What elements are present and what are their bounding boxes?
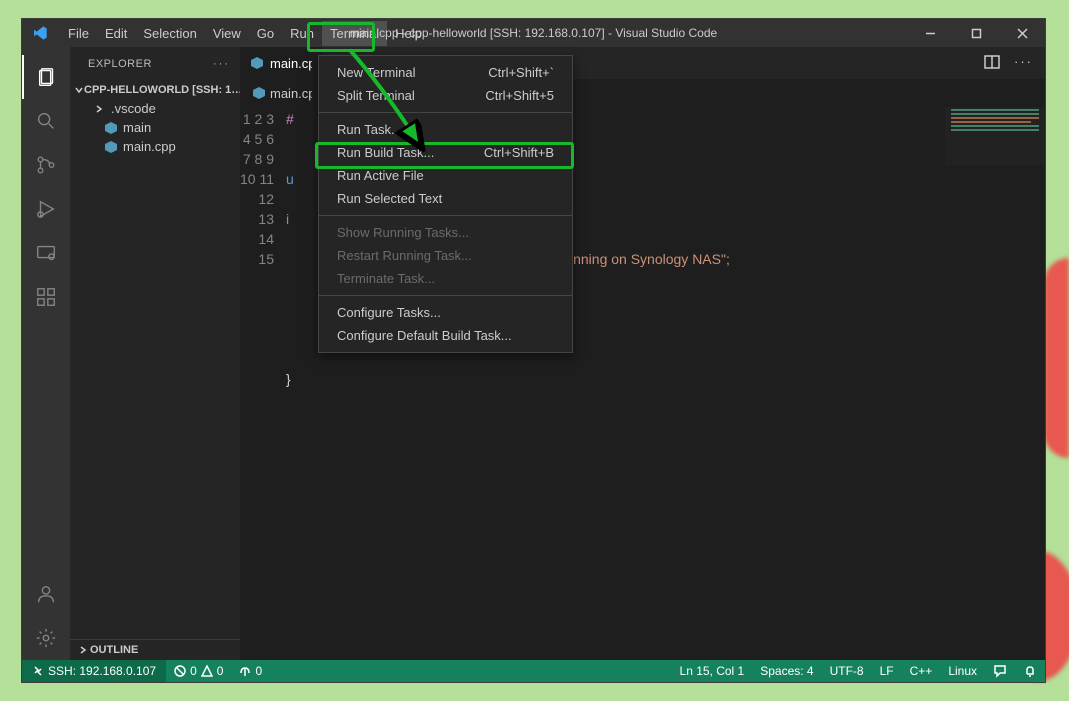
status-language[interactable]: C++ bbox=[902, 660, 941, 682]
more-actions-icon[interactable]: ··· bbox=[1014, 54, 1033, 73]
status-eol[interactable]: LF bbox=[872, 660, 902, 682]
minimap[interactable] bbox=[945, 107, 1045, 165]
status-feedback-icon[interactable] bbox=[985, 660, 1015, 682]
folder-root-label: CPP-HELLOWORLD [SSH: 1… bbox=[84, 84, 240, 96]
vscode-logo-icon bbox=[32, 25, 48, 41]
chevron-down-icon bbox=[74, 85, 84, 95]
menu-separator bbox=[319, 295, 572, 296]
explorer-header: EXPLORER ··· bbox=[70, 47, 240, 81]
menu-separator bbox=[319, 215, 572, 216]
menu-selection[interactable]: Selection bbox=[135, 21, 204, 46]
status-os[interactable]: Linux bbox=[940, 660, 985, 682]
activity-explorer-icon[interactable] bbox=[22, 55, 70, 99]
window-controls bbox=[907, 19, 1045, 47]
activity-account-icon[interactable] bbox=[22, 572, 70, 616]
menu-go[interactable]: Go bbox=[249, 21, 282, 46]
line-number-gutter: 1 2 3 4 5 6 7 8 9 10 11 12 13 14 15 bbox=[240, 107, 286, 660]
folder-root[interactable]: CPP-HELLOWORLD [SSH: 1… bbox=[70, 81, 240, 99]
status-bar: SSH: 192.168.0.107 0 0 0 Ln 15, Col 1 Sp… bbox=[22, 660, 1045, 682]
status-ports[interactable]: 0 bbox=[231, 660, 270, 682]
status-remote[interactable]: SSH: 192.168.0.107 bbox=[22, 660, 166, 682]
activity-settings-icon[interactable] bbox=[22, 616, 70, 660]
file-label: main bbox=[123, 120, 151, 135]
file-label: main.cpp bbox=[123, 139, 176, 154]
activity-scm-icon[interactable] bbox=[22, 143, 70, 187]
explorer-sidebar: EXPLORER ··· CPP-HELLOWORLD [SSH: 1… .vs… bbox=[70, 47, 240, 660]
menu-item-run-task[interactable]: Run Task... bbox=[319, 118, 572, 141]
menu-view[interactable]: View bbox=[205, 21, 249, 46]
explorer-title: EXPLORER bbox=[88, 58, 152, 70]
menu-separator bbox=[319, 112, 572, 113]
menu-item-split-terminal[interactable]: Split TerminalCtrl+Shift+5 bbox=[319, 84, 572, 107]
cpp-file-icon bbox=[104, 121, 118, 135]
folder-vscode[interactable]: .vscode bbox=[70, 99, 240, 118]
activity-remote-icon[interactable] bbox=[22, 231, 70, 275]
file-main-cpp[interactable]: main.cpp bbox=[70, 137, 240, 156]
status-remote-label: SSH: 192.168.0.107 bbox=[48, 664, 156, 678]
menu-item-configure-default-build-task[interactable]: Configure Default Build Task... bbox=[319, 324, 572, 347]
cpp-file-icon bbox=[250, 56, 264, 70]
chevron-right-icon bbox=[92, 104, 106, 114]
window-title: main.cpp - cpp-helloworld [SSH: 192.168.… bbox=[350, 26, 717, 40]
chevron-right-icon bbox=[76, 645, 90, 655]
activity-bar bbox=[22, 47, 70, 660]
menu-edit[interactable]: Edit bbox=[97, 21, 135, 46]
status-bell-icon[interactable] bbox=[1015, 660, 1045, 682]
status-problems[interactable]: 0 0 bbox=[166, 660, 231, 682]
menu-item-restart-running-task: Restart Running Task... bbox=[319, 244, 572, 267]
menu-file[interactable]: File bbox=[60, 21, 97, 46]
titlebar: FileEditSelectionViewGoRunTerminalHelp m… bbox=[22, 19, 1045, 47]
activity-run-icon[interactable] bbox=[22, 187, 70, 231]
status-encoding[interactable]: UTF-8 bbox=[822, 660, 872, 682]
outline-section[interactable]: OUTLINE bbox=[70, 639, 240, 660]
cpp-file-icon bbox=[104, 140, 118, 154]
minimize-button[interactable] bbox=[907, 19, 953, 47]
annotation-highlight-item bbox=[315, 142, 574, 169]
tab-label: main.cpp bbox=[270, 56, 312, 71]
split-editor-icon[interactable] bbox=[984, 54, 1000, 73]
menu-item-configure-tasks[interactable]: Configure Tasks... bbox=[319, 301, 572, 324]
terminal-menu-dropdown: New TerminalCtrl+Shift+`Split TerminalCt… bbox=[318, 55, 573, 353]
menu-item-new-terminal[interactable]: New TerminalCtrl+Shift+` bbox=[319, 61, 572, 84]
close-button[interactable] bbox=[999, 19, 1045, 47]
annotation-highlight-menu bbox=[307, 22, 375, 52]
activity-extensions-icon[interactable] bbox=[22, 275, 70, 319]
maximize-button[interactable] bbox=[953, 19, 999, 47]
folder-label: .vscode bbox=[111, 101, 156, 116]
more-icon[interactable]: ··· bbox=[213, 58, 230, 70]
status-spaces[interactable]: Spaces: 4 bbox=[752, 660, 821, 682]
file-main[interactable]: main bbox=[70, 118, 240, 137]
menu-item-terminate-task: Terminate Task... bbox=[319, 267, 572, 290]
menu-item-show-running-tasks: Show Running Tasks... bbox=[319, 221, 572, 244]
cpp-file-icon bbox=[252, 86, 266, 100]
outline-label: OUTLINE bbox=[90, 644, 138, 656]
menu-item-run-selected-text[interactable]: Run Selected Text bbox=[319, 187, 572, 210]
status-cursor[interactable]: Ln 15, Col 1 bbox=[672, 660, 753, 682]
activity-search-icon[interactable] bbox=[22, 99, 70, 143]
breadcrumb-label: main.cpp bbox=[270, 86, 312, 101]
